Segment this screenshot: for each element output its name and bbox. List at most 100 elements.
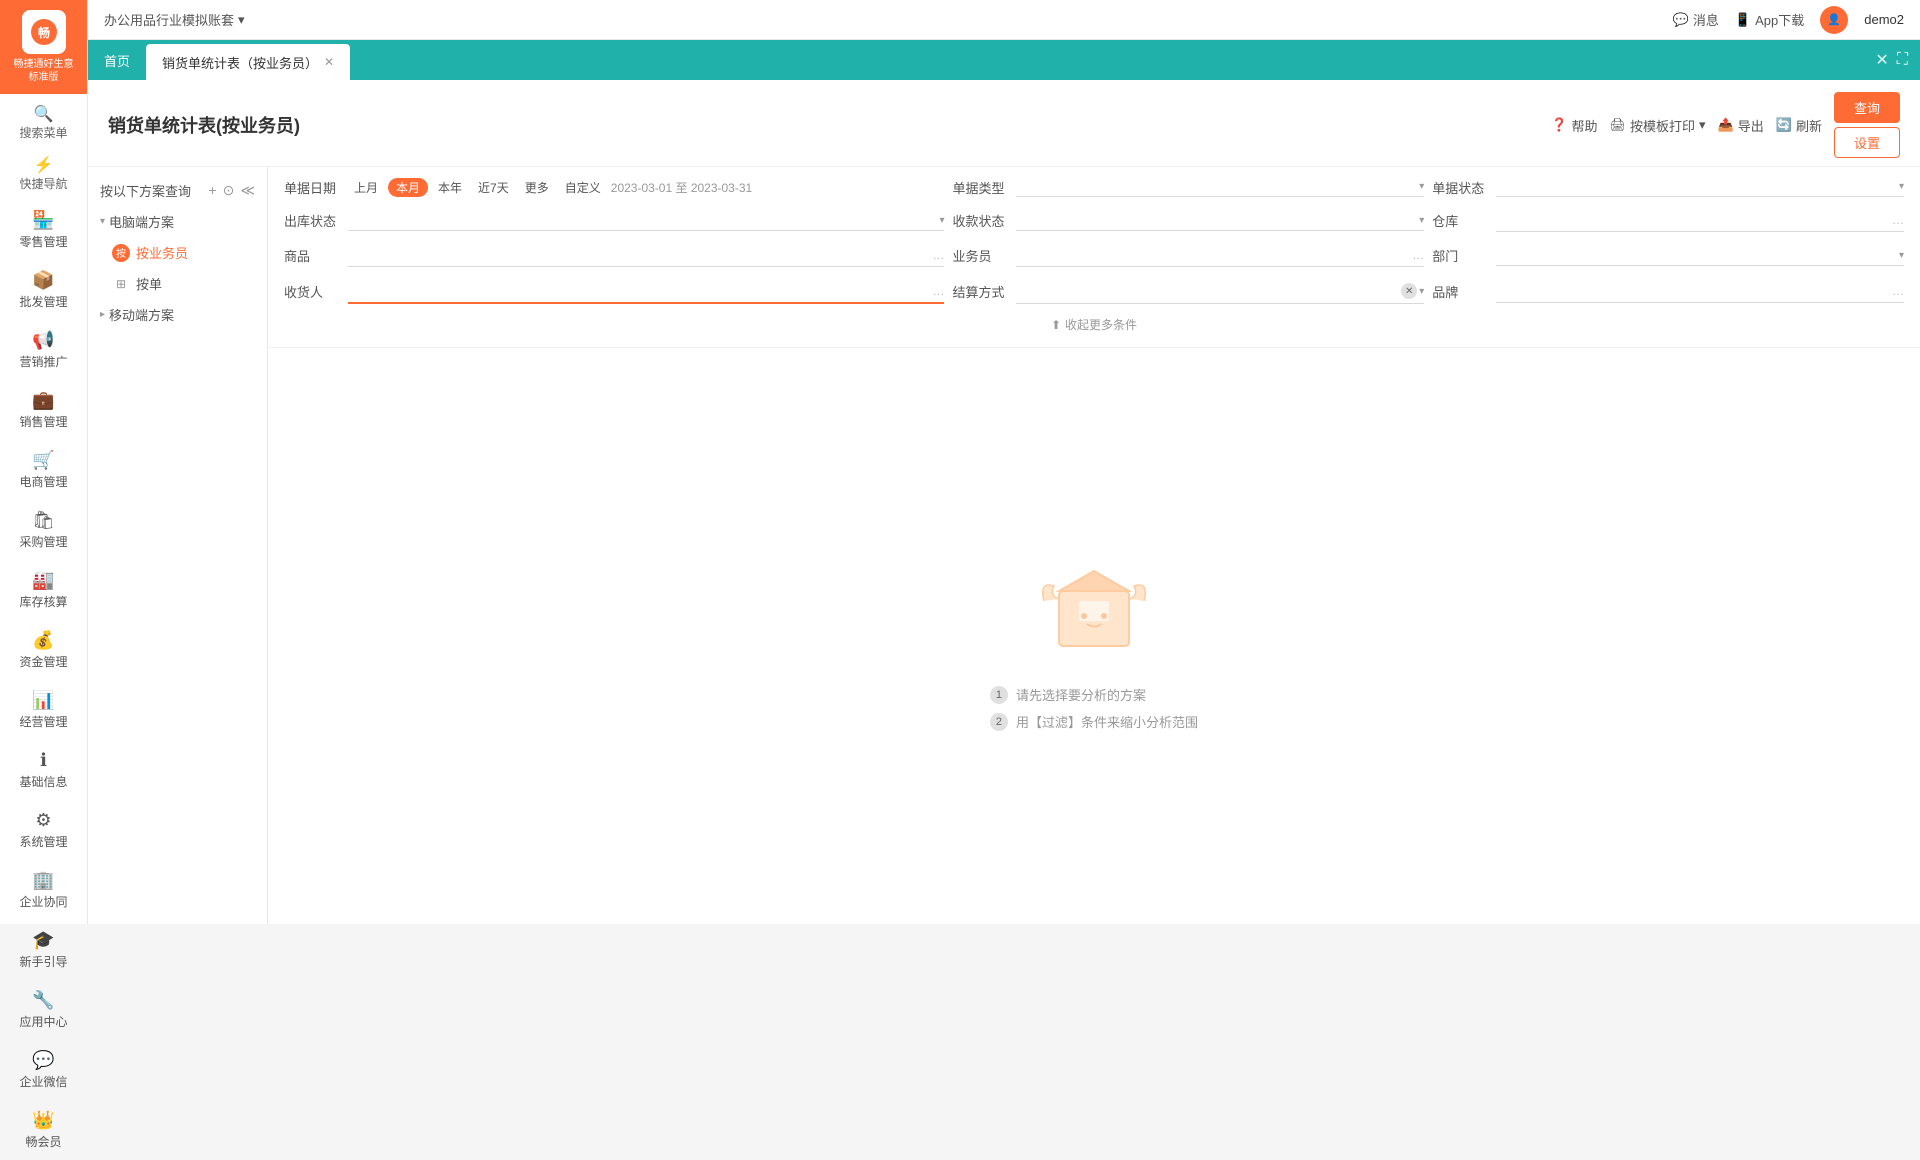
tip-1-text: 请先选择要分析的方案 xyxy=(1016,685,1146,704)
order-status-arrow: ▾ xyxy=(1899,181,1904,192)
sidebar-item-inventory[interactable]: 🏭 库存核算 xyxy=(0,560,87,620)
sidebar-item-sales[interactable]: 💼 销售管理 xyxy=(0,380,87,440)
settlement-select[interactable]: ✕ ▾ xyxy=(1016,279,1424,304)
purchase-label: 采购管理 xyxy=(4,533,83,550)
brand-dots: … xyxy=(1892,284,1904,298)
salesman-item-label: 按业务员 xyxy=(136,243,188,262)
search-menu-label: 搜索菜单 xyxy=(6,124,81,141)
help-btn[interactable]: ❓ 帮助 xyxy=(1551,116,1597,135)
date-opt-7days[interactable]: 近7天 xyxy=(472,178,515,197)
date-opt-last-month[interactable]: 上月 xyxy=(348,178,384,197)
sidebar-item-marketing[interactable]: 📢 营销推广 xyxy=(0,320,87,380)
tab-sales-stat[interactable]: 销货单统计表（按业务员） ✕ xyxy=(146,44,350,80)
mobile-group-label: 移动端方案 xyxy=(109,305,174,324)
sidebar-item-basics[interactable]: ℹ 基础信息 xyxy=(0,740,87,800)
sidebar-item-system[interactable]: ⚙ 系统管理 xyxy=(0,800,87,860)
print-arrow: ▾ xyxy=(1699,117,1706,133)
date-opt-this-year[interactable]: 本年 xyxy=(432,178,468,197)
export-btn[interactable]: 📤 导出 xyxy=(1718,116,1764,135)
sidebar-item-operations[interactable]: 📊 经营管理 xyxy=(0,680,87,740)
date-opt-this-month[interactable]: 本月 xyxy=(388,178,428,197)
finance-icon: 💰 xyxy=(4,630,83,651)
order-status-label: 单据状态 xyxy=(1432,178,1488,197)
sidebar-logo[interactable]: 畅 畅捷通好生意 标准版 xyxy=(0,0,87,94)
out-status-label: 出库状态 xyxy=(284,211,340,230)
sidebar-item-apps[interactable]: 🔧 应用中心 xyxy=(0,980,87,1040)
newbie-label: 新手引导 xyxy=(4,953,83,970)
print-btn[interactable]: 🖨 按模板打印 ▾ xyxy=(1610,116,1706,135)
tip-1-num: 1 xyxy=(990,686,1008,704)
sidebar-item-enterprise[interactable]: 🏢 企业协同 xyxy=(0,860,87,920)
filter-warehouse: 仓库 … xyxy=(1432,209,1904,232)
date-opt-more[interactable]: 更多 xyxy=(519,178,555,197)
sales-label: 销售管理 xyxy=(4,413,83,430)
warehouse-dots: … xyxy=(1892,213,1904,227)
app-title-dropdown[interactable]: 办公用品行业模拟账套 ▾ xyxy=(104,10,245,29)
salesman-input[interactable]: … xyxy=(1016,244,1424,267)
scheme-edit-btn[interactable]: ⊙ xyxy=(223,182,235,199)
query-button[interactable]: 查询 xyxy=(1834,92,1900,123)
tab-close-btn[interactable]: ✕ xyxy=(1875,50,1888,70)
sidebar-item-purchase[interactable]: 🛍 采购管理 xyxy=(0,500,87,560)
tip-2-num: 2 xyxy=(990,713,1008,731)
scheme-group-mobile: ▸ 移动端方案 xyxy=(88,299,267,330)
filter-dept: 部门 ▾ xyxy=(1432,246,1904,266)
order-type-select[interactable]: ▾ xyxy=(1016,177,1424,197)
user-name[interactable]: demo2 xyxy=(1864,12,1904,27)
empty-tip-1: 1 请先选择要分析的方案 xyxy=(990,685,1198,704)
tab-sales-stat-label: 销货单统计表（按业务员） xyxy=(162,53,318,72)
sidebar-item-ecommerce[interactable]: 🛒 电商管理 xyxy=(0,440,87,500)
scheme-add-btn[interactable]: + xyxy=(208,182,216,199)
print-label: 按模板打印 xyxy=(1630,116,1695,135)
sidebar-item-retail[interactable]: 🏪 零售管理 xyxy=(0,200,87,260)
sidebar-item-wholesale[interactable]: 📦 批发管理 xyxy=(0,260,87,320)
tab-home-label: 首页 xyxy=(104,51,130,70)
refresh-btn[interactable]: 🔄 刷新 xyxy=(1776,116,1822,135)
dept-select[interactable]: ▾ xyxy=(1496,246,1904,266)
scheme-group-desktop-header[interactable]: ▾ 电脑端方案 xyxy=(88,206,267,237)
warehouse-input[interactable]: … xyxy=(1496,209,1904,232)
sales-icon: 💼 xyxy=(4,390,83,411)
settlement-clear-btn[interactable]: ✕ xyxy=(1401,283,1417,299)
scheme-item-by-salesman[interactable]: 按 按业务员 xyxy=(88,237,267,268)
sidebar-quick-nav[interactable]: ⚡ 快捷导航 xyxy=(0,151,87,196)
export-label: 导出 xyxy=(1738,116,1764,135)
out-status-select[interactable]: ▾ xyxy=(348,211,944,231)
wholesale-icon: 📦 xyxy=(4,270,83,291)
tab-sales-stat-close[interactable]: ✕ xyxy=(324,55,334,69)
app-title-arrow: ▾ xyxy=(238,12,245,28)
date-opt-custom[interactable]: 自定义 xyxy=(559,178,607,197)
brand-input[interactable]: … xyxy=(1496,280,1904,303)
settlement-arrow: ▾ xyxy=(1419,286,1424,297)
order-status-select[interactable]: ▾ xyxy=(1496,177,1904,197)
ecommerce-label: 电商管理 xyxy=(4,473,83,490)
sidebar-item-finance[interactable]: 💰 资金管理 xyxy=(0,620,87,680)
app-title-text: 办公用品行业模拟账套 xyxy=(104,10,234,29)
user-avatar[interactable]: 👤 xyxy=(1820,6,1848,34)
scheme-actions: + ⊙ ≪ xyxy=(208,182,255,199)
refresh-label: 刷新 xyxy=(1796,116,1822,135)
consignee-input[interactable]: … xyxy=(348,280,944,304)
scheme-collapse-btn[interactable]: ≪ xyxy=(240,182,255,199)
page-title: 销货单统计表(按业务员) xyxy=(108,112,300,138)
receive-status-select[interactable]: ▾ xyxy=(1016,211,1424,231)
tab-maximize-btn[interactable]: ⛶ xyxy=(1897,51,1908,69)
tab-home[interactable]: 首页 xyxy=(88,40,146,80)
sidebar-search-menu[interactable]: 🔍 搜索菜单 xyxy=(0,94,87,151)
scheme-item-by-order[interactable]: ⊞ 按单 xyxy=(88,268,267,299)
scheme-title: 按以下方案查询 xyxy=(100,181,191,200)
filter-section: 单据日期 上月 本月 本年 近7天 更多 自定义 2023-03-01 至 20… xyxy=(268,167,1920,348)
marketing-icon: 📢 xyxy=(4,330,83,351)
sidebar-item-wechat[interactable]: 💬 企业微信 xyxy=(0,1040,87,1100)
body-area: 按以下方案查询 + ⊙ ≪ ▾ 电脑端方案 按 xyxy=(88,167,1920,924)
setting-button[interactable]: 设置 xyxy=(1834,127,1900,158)
message-btn[interactable]: 💬 消息 xyxy=(1673,10,1719,29)
app-download-btn[interactable]: 📱 App下载 xyxy=(1735,10,1804,29)
scheme-group-mobile-header[interactable]: ▸ 移动端方案 xyxy=(88,299,267,330)
order-type-arrow: ▾ xyxy=(1419,181,1424,192)
product-input[interactable]: … xyxy=(348,244,944,267)
sidebar-item-member[interactable]: 👑 畅会员 xyxy=(0,1100,87,1160)
sidebar-item-newbie[interactable]: 🎓 新手引导 xyxy=(0,920,87,980)
order-item-label: 按单 xyxy=(136,274,162,293)
collapse-btn[interactable]: ⬆ 收起更多条件 xyxy=(1051,316,1137,333)
